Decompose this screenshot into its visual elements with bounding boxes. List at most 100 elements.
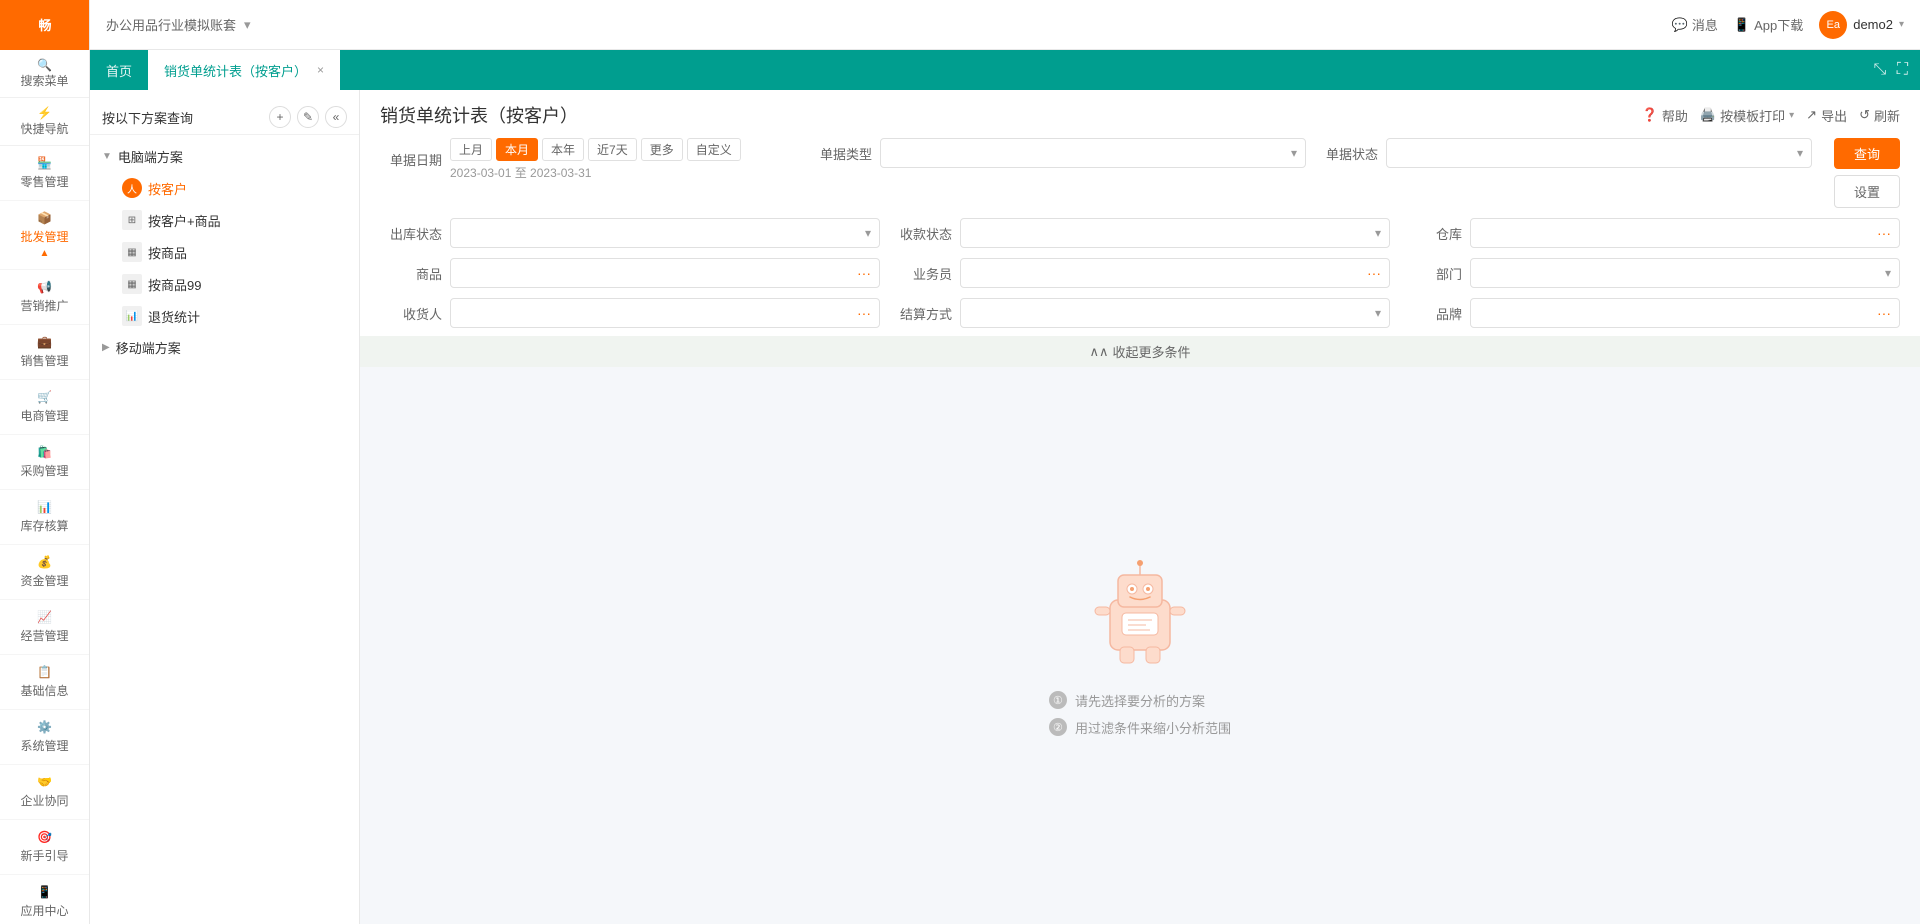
out-status-dropdown-icon: ▾ [865,226,871,240]
sidebar-item-appcenter[interactable]: 📱 应用中心 [0,875,89,924]
filter-doc-type: 单据类型 ▾ [810,138,1306,168]
shortcut-nav-label: 快捷导航 [6,120,83,137]
doc-type-label: 单据类型 [810,144,880,163]
messages-button[interactable]: 💬 消息 [1672,15,1718,34]
help-button[interactable]: ❓ 帮助 [1642,106,1688,125]
sidebar-item-ecommerce[interactable]: 🛒 电商管理 [0,380,89,435]
custom-date-btn[interactable]: 自定义 [687,138,741,161]
shortcut-nav[interactable]: ⚡ 快捷导航 [0,98,89,146]
scheme-return-stat-label: 退货统计 [148,307,347,326]
scheme-by-customer-goods[interactable]: ⊞ 按客户+商品 [90,204,359,236]
scheme-return-stat[interactable]: 📊 退货统计 [90,300,359,332]
tab-expand-button[interactable]: ⤡ ⛶ [1862,61,1920,79]
wholesale-icon: 📦 [37,211,52,225]
page-title-row: 销货单统计表（按客户） ❓ 帮助 🖨️ 按模板打印 ▾ ↗ [380,102,1900,128]
download-icon: 📱 [1734,17,1750,33]
sidebar-item-system[interactable]: ⚙️ 系统管理 [0,710,89,765]
tab-close-button[interactable]: × [317,63,324,77]
refresh-button[interactable]: ↺ 刷新 [1859,106,1900,125]
prev-month-btn[interactable]: 上月 [450,138,492,161]
receiver-dots[interactable]: ··· [857,305,871,321]
salesman-dots[interactable]: ··· [1367,265,1381,281]
out-status-select[interactable]: ▾ [450,218,880,248]
filter-out-status: 出库状态 ▾ [380,218,880,248]
warehouse-label: 仓库 [1400,224,1470,243]
salesman-select[interactable]: ··· [960,258,1390,288]
sidebar-item-marketing[interactable]: 📢 营销推广 [0,270,89,325]
collapse-more-button[interactable]: ∧∧ 收起更多条件 [360,336,1920,367]
sidebar-item-wholesale-label: 批发管理 [20,228,68,245]
app-download-button[interactable]: 📱 App下载 [1734,15,1803,34]
curr-month-btn[interactable]: 本月 [496,138,538,161]
settle-select[interactable]: ▾ [960,298,1390,328]
search-menu[interactable]: 🔍 搜索菜单 [0,50,89,98]
more-date-btn[interactable]: 更多 [641,138,683,161]
filter-settle: 结算方式 ▾ [890,298,1390,328]
warehouse-dots[interactable]: ··· [1877,225,1891,241]
out-status-label: 出库状态 [380,224,450,243]
sidebar-item-purchase-label: 采购管理 [20,462,68,479]
mobile-section-header[interactable]: ▶ 移动端方案 [90,332,359,363]
ecommerce-icon: 🛒 [37,390,52,404]
collect-status-select[interactable]: ▾ [960,218,1390,248]
dropdown-icon[interactable]: ▾ [244,17,251,33]
brand-select[interactable]: ··· [1470,298,1900,328]
filter-date: 单据日期 上月 本月 本年 近7天 更多 自定义 20 [380,138,800,181]
doc-type-select[interactable]: ▾ [880,138,1306,168]
add-scheme-button[interactable]: + [269,106,291,128]
curr-year-btn[interactable]: 本年 [542,138,584,161]
svg-text:畅: 畅 [38,18,51,33]
sidebar-item-stock-label: 库存核算 [20,517,68,534]
sidebar-item-coop-label: 企业协同 [20,792,68,809]
sidebar-item-wholesale[interactable]: 📦 批发管理 ▲ [0,201,89,270]
print-icon: 🖨️ [1700,107,1716,123]
sidebar-item-basics[interactable]: 📋 基础信息 [0,655,89,710]
goods-label: 商品 [380,264,450,283]
brand-dots[interactable]: ··· [1877,305,1891,321]
last7-btn[interactable]: 近7天 [588,138,637,161]
settings-button[interactable]: 设置 [1834,175,1900,208]
sidebar-item-sales[interactable]: 💼 销售管理 [0,325,89,380]
sidebar-item-purchase[interactable]: 🛍️ 采购管理 [0,435,89,490]
export-button[interactable]: ↗ 导出 [1806,106,1847,125]
filter-collect-status: 收款状态 ▾ [890,218,1390,248]
query-button[interactable]: 查询 [1834,138,1900,169]
goods-dots[interactable]: ··· [857,265,871,281]
newbie-icon: 🎯 [37,830,52,844]
desktop-section-header[interactable]: ▼ 电脑端方案 [90,141,359,172]
edit-scheme-button[interactable]: ✎ [297,106,319,128]
filter-doc-status: 单据状态 ▾ [1316,138,1812,168]
brand-label: 品牌 [1400,304,1470,323]
collapse-panel-button[interactable]: « [325,106,347,128]
sidebar-item-retail-label: 零售管理 [20,173,68,190]
sidebar-item-operations[interactable]: 📈 经营管理 [0,600,89,655]
user-profile[interactable]: Ea demo2 ▾ [1819,11,1904,39]
empty-state: ① 请先选择要分析的方案 ② 用过滤条件来缩小分析范围 [360,367,1920,924]
sidebar-item-appcenter-label: 应用中心 [20,902,68,919]
warehouse-select[interactable]: ··· [1470,218,1900,248]
print-label: 按模板打印 [1720,106,1785,125]
messages-label: 消息 [1692,15,1718,34]
sidebar-item-stock[interactable]: 📊 库存核算 [0,490,89,545]
filter-receiver: 收货人 ··· [380,298,880,328]
settle-label: 结算方式 [890,304,960,323]
tab-active[interactable]: 销货单统计表（按客户） × [148,50,340,90]
sidebar-item-retail[interactable]: 🏪 零售管理 [0,146,89,201]
print-button[interactable]: 🖨️ 按模板打印 ▾ [1700,106,1794,125]
tab-home[interactable]: 首页 [90,50,148,90]
sidebar-item-finance[interactable]: 💰 资金管理 [0,545,89,600]
triangle-down-icon: ▼ [102,151,112,162]
sidebar-item-newbie[interactable]: 🎯 新手引导 [0,820,89,875]
doc-status-select[interactable]: ▾ [1386,138,1812,168]
goods-select[interactable]: ··· [450,258,880,288]
dept-label: 部门 [1400,264,1470,283]
nav-icon: ⚡ [6,106,83,120]
dept-select[interactable]: ▾ [1470,258,1900,288]
receiver-select[interactable]: ··· [450,298,880,328]
scheme-by-goods[interactable]: ▦ 按商品 [90,236,359,268]
scheme-by-customer[interactable]: 人 按客户 [90,172,359,204]
sidebar-item-coop[interactable]: 🤝 企业协同 [0,765,89,820]
appcenter-icon: 📱 [37,885,52,899]
scheme-by-goods99[interactable]: ▦ 按商品99 [90,268,359,300]
tip-text-2: 用过滤条件来缩小分析范围 [1075,718,1231,737]
